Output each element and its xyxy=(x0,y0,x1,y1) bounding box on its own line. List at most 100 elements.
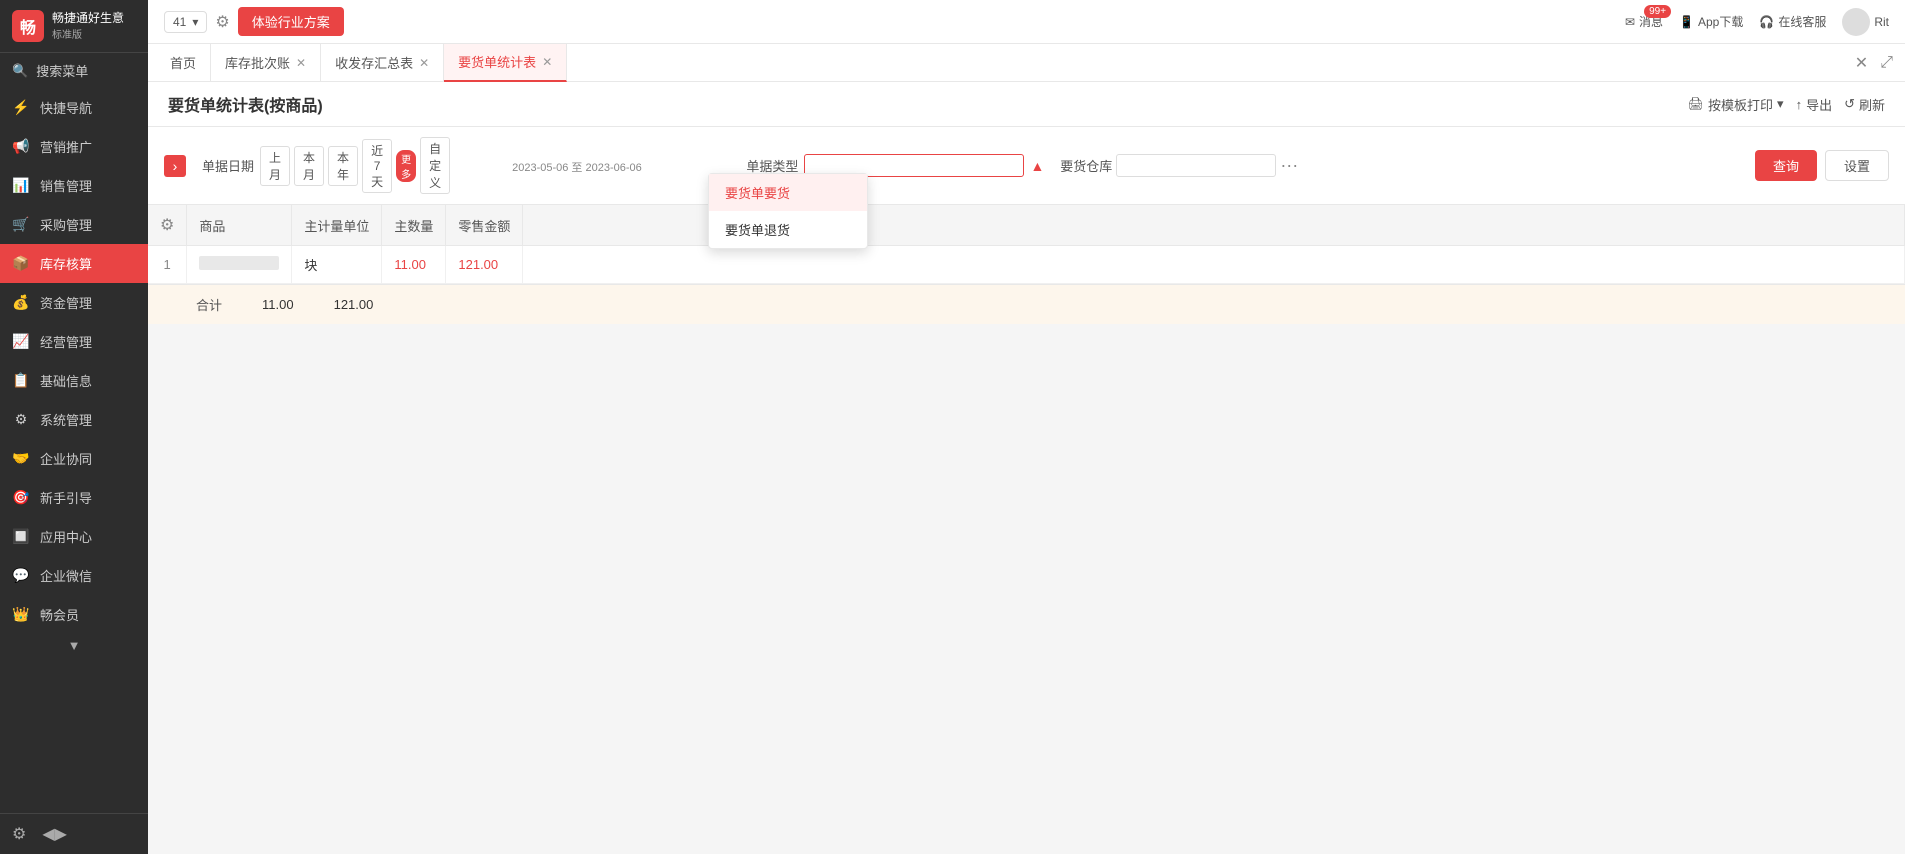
cell-extra xyxy=(523,246,1905,284)
date-last-month-btn[interactable]: 上月 xyxy=(260,146,290,186)
tab-inventory-batch[interactable]: 库存批次账 ✕ xyxy=(211,44,321,82)
sidebar-search-label: 搜索菜单 xyxy=(36,61,88,80)
dropdown-item-order[interactable]: 要货单要货 xyxy=(709,174,867,211)
date-7days-btn[interactable]: 近7天 xyxy=(362,139,392,193)
system-icon: ⚙ xyxy=(12,411,30,429)
sidebar-item-label: 企业微信 xyxy=(40,566,92,585)
refresh-label: 刷新 xyxy=(1859,95,1885,114)
dropdown-order-label: 要货单要货 xyxy=(725,186,790,201)
sidebar-item-basic[interactable]: 📋 基础信息 xyxy=(0,361,148,400)
table-header-row: ⚙ 商品 主计量单位 主数量 零售金额 xyxy=(148,205,1905,246)
enterprise-icon: 🤝 xyxy=(12,450,30,468)
col-unit: 主计量单位 xyxy=(292,205,382,246)
dropdown-item-return[interactable]: 要货单退货 xyxy=(709,211,867,248)
app-download-icon: 📱 xyxy=(1679,15,1694,29)
user-info[interactable]: Rit xyxy=(1842,8,1889,36)
sidebar-item-app-center[interactable]: 🔲 应用中心 xyxy=(0,517,148,556)
sidebar-item-quick-nav[interactable]: ⚡ 快捷导航 xyxy=(0,88,148,127)
sidebar-item-inventory[interactable]: 📦 库存核算 xyxy=(0,244,148,283)
sidebar-scroll-down[interactable]: ▼ xyxy=(0,634,148,657)
tab-home-label: 首页 xyxy=(170,53,196,72)
col-settings[interactable]: ⚙ xyxy=(148,205,187,246)
type-dropdown-arrow[interactable]: ▲ xyxy=(1030,158,1044,174)
sidebar-search[interactable]: 🔍 搜索菜单 xyxy=(0,53,148,88)
type-dropdown: 要货单要货 要货单退货 xyxy=(708,173,868,249)
sidebar-item-guide[interactable]: 🎯 新手引导 xyxy=(0,478,148,517)
sidebar-item-label: 畅会员 xyxy=(40,605,79,624)
col-amount: 零售金额 xyxy=(446,205,523,246)
company-num: 41 xyxy=(173,15,186,29)
date-this-year-btn[interactable]: 本年 xyxy=(328,146,358,186)
inventory-icon: 📦 xyxy=(12,255,30,273)
cell-amount: 121.00 xyxy=(446,246,523,284)
tab-order-stats[interactable]: 要货单统计表 ✕ xyxy=(444,44,567,82)
filter-expand-button[interactable]: › xyxy=(164,155,186,177)
settings-bottom-icon[interactable]: ⚙ xyxy=(12,824,26,844)
tabbar: 首页 库存批次账 ✕ 收发存汇总表 ✕ 要货单统计表 ✕ ✕ ⤢ xyxy=(148,44,1905,82)
date-label: 单据日期 xyxy=(202,156,254,175)
sidebar-item-label: 快捷导航 xyxy=(40,98,92,117)
sidebar-item-member[interactable]: 👑 畅会员 xyxy=(0,595,148,634)
date-custom-btn[interactable]: 自定义 xyxy=(420,137,450,194)
cell-product xyxy=(187,246,292,284)
company-selector[interactable]: 41 ▾ xyxy=(164,11,207,33)
app-download-btn[interactable]: 📱 App下载 xyxy=(1679,13,1743,30)
search-icon: 🔍 xyxy=(12,63,28,79)
message-btn[interactable]: ✉ 消息 99+ xyxy=(1625,13,1663,30)
refresh-button[interactable]: ↺ 刷新 xyxy=(1844,95,1885,114)
tab-inventory-batch-close[interactable]: ✕ xyxy=(296,56,306,70)
warehouse-input[interactable] xyxy=(1116,154,1276,177)
query-button[interactable]: 查询 xyxy=(1755,150,1817,181)
tab-close-all-icon[interactable]: ✕ xyxy=(1851,51,1872,75)
trial-button[interactable]: 体验行业方案 xyxy=(238,7,344,36)
sidebar-item-operations[interactable]: 📈 经营管理 xyxy=(0,322,148,361)
footer-label: 合计 xyxy=(196,295,222,314)
sidebar-item-marketing[interactable]: 📢 营销推广 xyxy=(0,127,148,166)
col-settings-icon[interactable]: ⚙ xyxy=(160,217,174,234)
sidebar-item-sales[interactable]: 📊 销售管理 xyxy=(0,166,148,205)
table-footer: 合计 11.00 121.00 xyxy=(148,284,1905,324)
company-dropdown-icon: ▾ xyxy=(192,15,198,29)
table-row: 1 块 11.00 121.00 xyxy=(148,246,1905,284)
tab-home[interactable]: 首页 xyxy=(156,44,211,82)
data-table: ⚙ 商品 主计量单位 主数量 零售金额 1 块 11.00 xyxy=(148,205,1905,284)
footer-amount: 121.00 xyxy=(334,297,374,312)
main-area: 41 ▾ ⚙ 体验行业方案 ✉ 消息 99+ 📱 App下载 🎧 在线客服 R xyxy=(148,0,1905,854)
tab-order-stats-close[interactable]: ✕ xyxy=(542,55,552,69)
export-label: 导出 xyxy=(1806,95,1832,114)
sidebar-item-finance[interactable]: 💰 资金管理 xyxy=(0,283,148,322)
sidebar-item-enterprise[interactable]: 🤝 企业协同 xyxy=(0,439,148,478)
service-icon: 🎧 xyxy=(1759,15,1774,29)
app-download-label: App下载 xyxy=(1698,13,1743,30)
print-button[interactable]: 🖨 按模板打印 ▾ xyxy=(1688,95,1784,114)
sidebar-item-system[interactable]: ⚙ 系统管理 xyxy=(0,400,148,439)
export-button[interactable]: ↑ 导出 xyxy=(1796,95,1833,114)
content-area: 要货单统计表(按商品) 🖨 按模板打印 ▾ ↑ 导出 ↺ 刷新 › xyxy=(148,82,1905,854)
sidebar-item-wechat[interactable]: 💬 企业微信 xyxy=(0,556,148,595)
warehouse-more-btn[interactable]: ··· xyxy=(1280,155,1298,176)
tab-receipt-summary-close[interactable]: ✕ xyxy=(419,56,429,70)
sidebar-item-purchase[interactable]: 🛒 采购管理 xyxy=(0,205,148,244)
settings-button[interactable]: 设置 xyxy=(1825,150,1889,181)
tab-expand-icon[interactable]: ⤢ xyxy=(1876,52,1897,74)
date-this-month-btn[interactable]: 本月 xyxy=(294,146,324,186)
online-service-btn[interactable]: 🎧 在线客服 xyxy=(1759,13,1826,30)
topbar-gear-icon[interactable]: ⚙ xyxy=(215,12,229,32)
sidebar-logo: 畅 畅捷通好生意 标准版 xyxy=(0,0,148,53)
cell-unit: 块 xyxy=(292,246,382,284)
tabbar-controls: ✕ ⤢ xyxy=(1851,51,1897,75)
filter-bar: › 单据日期 上月 本月 本年 近7天 更多 自定义 2023-05-06 至 … xyxy=(148,127,1905,205)
sidebar-item-label: 新手引导 xyxy=(40,488,92,507)
sidebar-item-label: 库存核算 xyxy=(40,254,92,273)
sidebar-item-label: 营销推广 xyxy=(40,137,92,156)
logo-sub: 标准版 xyxy=(52,26,124,41)
topbar-right: ✉ 消息 99+ 📱 App下载 🎧 在线客服 Rit xyxy=(1625,8,1889,36)
basic-icon: 📋 xyxy=(12,372,30,390)
tab-receipt-summary[interactable]: 收发存汇总表 ✕ xyxy=(321,44,444,82)
footer-amount-item: 121.00 xyxy=(334,297,374,312)
sidebar-item-label: 应用中心 xyxy=(40,527,92,546)
date-more-badge[interactable]: 更多 xyxy=(396,150,416,182)
refresh-icon: ↺ xyxy=(1844,96,1855,112)
cell-quantity: 11.00 xyxy=(382,246,446,284)
collapse-icon[interactable]: ◀▶ xyxy=(42,824,67,844)
